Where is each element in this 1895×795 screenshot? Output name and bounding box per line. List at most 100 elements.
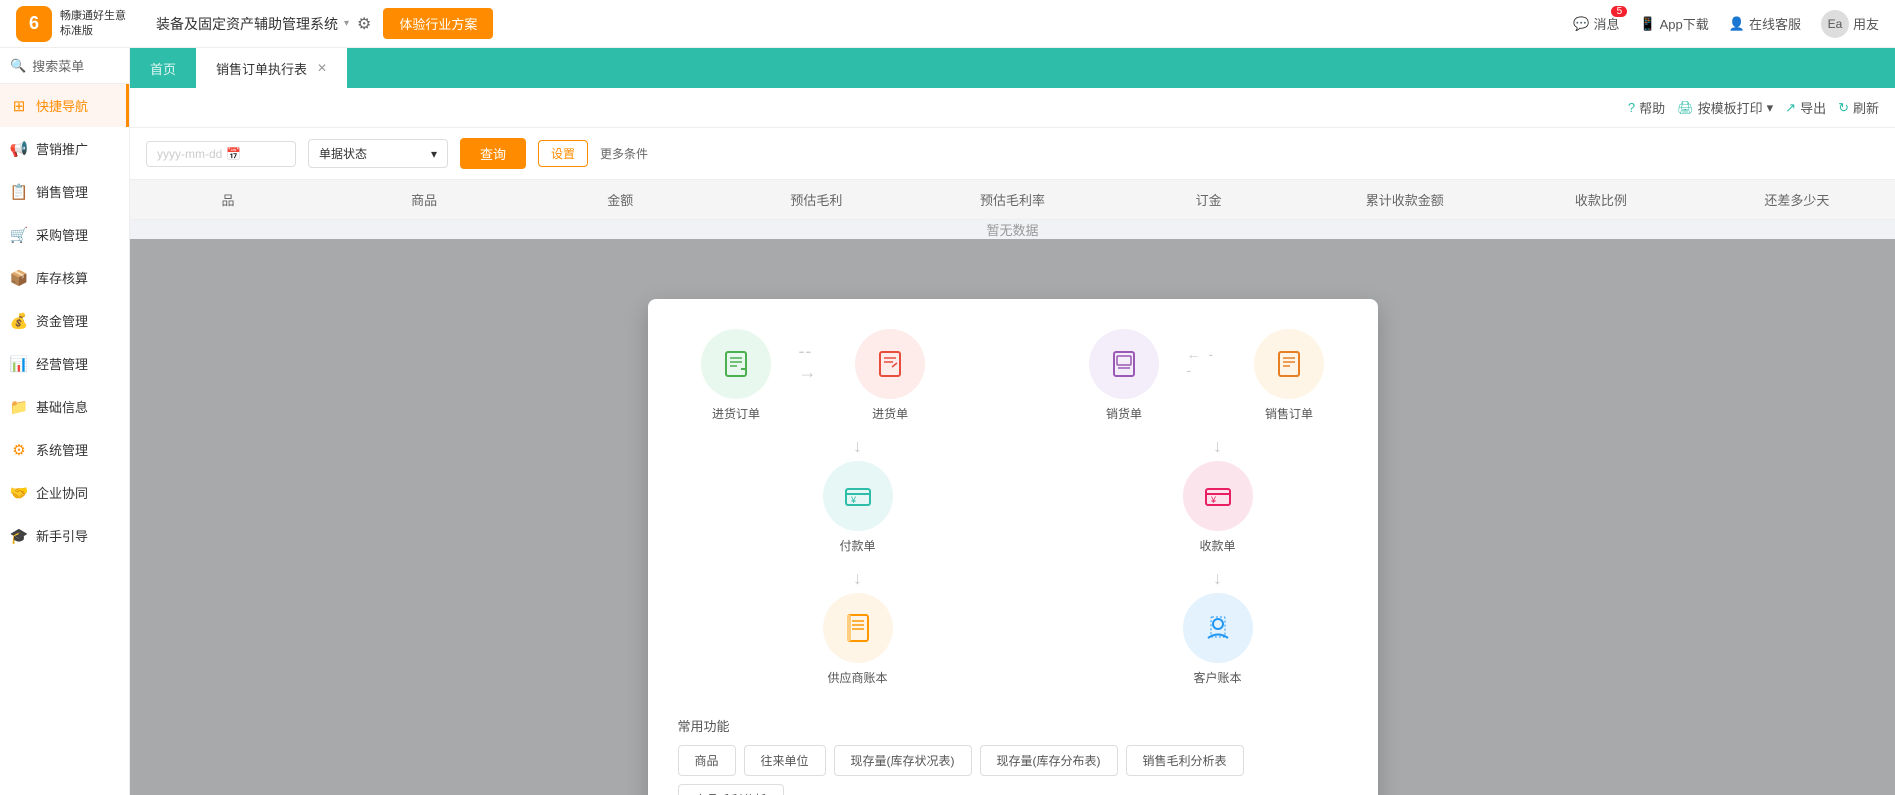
col-product: 商品 [326,190,522,209]
search-bar: yyyy-mm-dd 📅 单据状态 ▾ 查询 设置 更多条件 [130,128,1895,180]
help-button[interactable]: ? 帮助 [1628,98,1665,117]
arrow-down-sales: ↓ [1213,436,1222,457]
flow-item-supplier-ledger[interactable]: 供应商账本 [798,593,918,686]
common-btn-counterparty[interactable]: 往来单位 [744,745,826,776]
receipt-icon: ¥ [1183,461,1253,531]
purchase-bill-label: 进货单 [872,405,908,422]
status-select[interactable]: 单据状态 ▾ [308,139,448,168]
sidebar-item-finance[interactable]: 💰 资金管理 [0,299,129,342]
arrow-down-receipt: ↓ [1213,568,1222,589]
supplier-ledger-label: 供应商账本 [827,669,887,686]
sidebar-item-purchase[interactable]: 🛒 采购管理 [0,213,129,256]
col-days-remaining: 还差多少天 [1699,190,1895,209]
dropdown-arrow-icon[interactable]: ▾ [344,18,349,29]
flow-item-sales-bill[interactable]: 销货单 [1066,329,1183,422]
logo-text: 畅康通好生意 标准版 [60,9,126,38]
flow-modal: 进货订单 - - → 进货单 [648,299,1378,795]
arrow-purchase-to-bill: - - → [794,341,831,383]
payment-icon: ¥ [823,461,893,531]
tab-close-icon[interactable]: ✕ [317,61,327,75]
sales-icon: 📋 [10,183,28,201]
collab-icon: 🤝 [10,484,28,502]
sidebar-item-sales[interactable]: 📋 销售管理 [0,170,129,213]
arrow-down-purchase: ↓ [853,436,862,457]
print-icon: 🖨 [1677,100,1694,116]
col-amount: 金额 [522,190,718,209]
sidebar-item-base-info[interactable]: 📁 基础信息 [0,385,129,428]
tab-bar: 首页 销售订单执行表 ✕ [130,48,1895,88]
tab-home[interactable]: 首页 [130,48,196,88]
customer-ledger-icon [1183,593,1253,663]
purchase-icon: 🛒 [10,226,28,244]
sidebar-item-newbie[interactable]: 🎓 新手引导 [0,514,129,557]
print-button[interactable]: 🖨 按模板打印 ▾ [1677,98,1773,117]
set-button[interactable]: 设置 [538,140,588,167]
operations-icon: 📊 [10,355,28,373]
flow-item-purchase-bill[interactable]: 进货单 [832,329,949,422]
sidebar-item-inventory[interactable]: 📦 库存核算 [0,256,129,299]
flow-item-sales-order[interactable]: 销售订单 [1231,329,1348,422]
settings-icon[interactable]: ⚙ [357,14,371,34]
customer-ledger-label: 客户账本 [1193,669,1241,686]
sidebar: 🔍 搜索菜单 ⊞ 快捷导航 📢 营销推广 📋 销售管理 🛒 采购管理 📦 [0,48,130,795]
online-service-button[interactable]: 👤 在线客服 [1729,14,1801,33]
date-input[interactable]: yyyy-mm-dd 📅 [146,141,296,167]
flow-item-receipt[interactable]: ¥ 收款单 [1158,461,1278,554]
common-btn-product[interactable]: 商品 [678,745,736,776]
sidebar-item-operations[interactable]: 📊 经营管理 [0,342,129,385]
calendar-icon: 📅 [226,147,241,161]
flow-item-customer-ledger[interactable]: 客户账本 [1158,593,1278,686]
download-icon: 📱 [1639,16,1655,32]
logo-area: 6 畅康通好生意 标准版 [16,6,146,42]
more-conditions-button[interactable]: 更多条件 [600,145,648,162]
message-button[interactable]: 💬 消息 5 [1573,14,1619,33]
common-btn-stock-status[interactable]: 现存量(库存状况表) [834,745,972,776]
trial-button[interactable]: 体验行业方案 [383,8,493,39]
tab-sales-exec[interactable]: 销售订单执行表 ✕ [196,48,347,88]
logo-icon: 6 [16,6,52,42]
toolbar: ? 帮助 🖨 按模板打印 ▾ ↗ 导出 ↻ 刷新 [130,88,1895,128]
search-menu-button[interactable]: 🔍 搜索菜单 [0,48,129,84]
flow-item-purchase-order[interactable]: 进货订单 [678,329,795,422]
sales-bill-icon [1089,329,1159,399]
newbie-icon: 🎓 [10,527,28,545]
common-btn-sales-margin[interactable]: 销售毛利分析表 [1126,745,1244,776]
export-button[interactable]: ↗ 导出 [1785,98,1826,117]
quick-guide-icon: ⊞ [10,97,28,115]
refresh-icon: ↻ [1838,100,1849,116]
user-profile[interactable]: Ea 用友 [1821,10,1879,38]
service-icon: 👤 [1729,16,1745,32]
sidebar-item-marketing[interactable]: 📢 营销推广 [0,127,129,170]
svg-text:¥: ¥ [1210,495,1217,505]
sales-order-icon [1254,329,1324,399]
query-button[interactable]: 查询 [460,138,526,169]
common-btn-product-margin[interactable]: 商品毛利分析 [678,784,784,795]
flow-item-payment[interactable]: ¥ 付款单 [798,461,918,554]
modal-overlay[interactable]: 进货订单 - - → 进货单 [130,239,1895,795]
export-icon: ↗ [1785,100,1796,116]
col-deposit: 订金 [1111,190,1307,209]
common-functions-section: 常用功能 商品 往来单位 现存量(库存状况表) 现存量(库存分布表) 销售毛利分… [678,716,1348,795]
top-right-nav: 💬 消息 5 📱 App下载 👤 在线客服 Ea 用友 [1573,10,1879,38]
col-est-margin-rate: 预估毛利率 [914,190,1110,209]
purchase-bill-icon [855,329,925,399]
search-icon: 🔍 [10,58,26,74]
supplier-ledger-icon [823,593,893,663]
app-download-button[interactable]: 📱 App下载 [1639,14,1708,33]
sidebar-item-collab[interactable]: 🤝 企业协同 [0,471,129,514]
refresh-button[interactable]: ↻ 刷新 [1838,98,1879,117]
toolbar-right: ? 帮助 🖨 按模板打印 ▾ ↗ 导出 ↻ 刷新 [1628,98,1879,117]
receipt-label: 收款单 [1199,537,1235,554]
sidebar-item-quick-guide[interactable]: ⊞ 快捷导航 [0,84,129,127]
purchase-order-label: 进货订单 [712,405,760,422]
main-content: 首页 销售订单执行表 ✕ ? 帮助 🖨 按模板打印 ▾ [130,48,1895,795]
common-btn-stock-dist[interactable]: 现存量(库存分布表) [980,745,1118,776]
payment-label: 付款单 [839,537,875,554]
col-product-thumb: 品 [130,190,326,209]
flow-section: 进货订单 - - → 进货单 [678,329,1348,696]
sales-bill-label: 销货单 [1106,405,1142,422]
sidebar-item-system[interactable]: ⚙ 系统管理 [0,428,129,471]
col-total-receipt: 累计收款金额 [1307,190,1503,209]
marketing-icon: 📢 [10,140,28,158]
flow-row-2: ↓ ¥ 付款单 [798,432,1278,554]
